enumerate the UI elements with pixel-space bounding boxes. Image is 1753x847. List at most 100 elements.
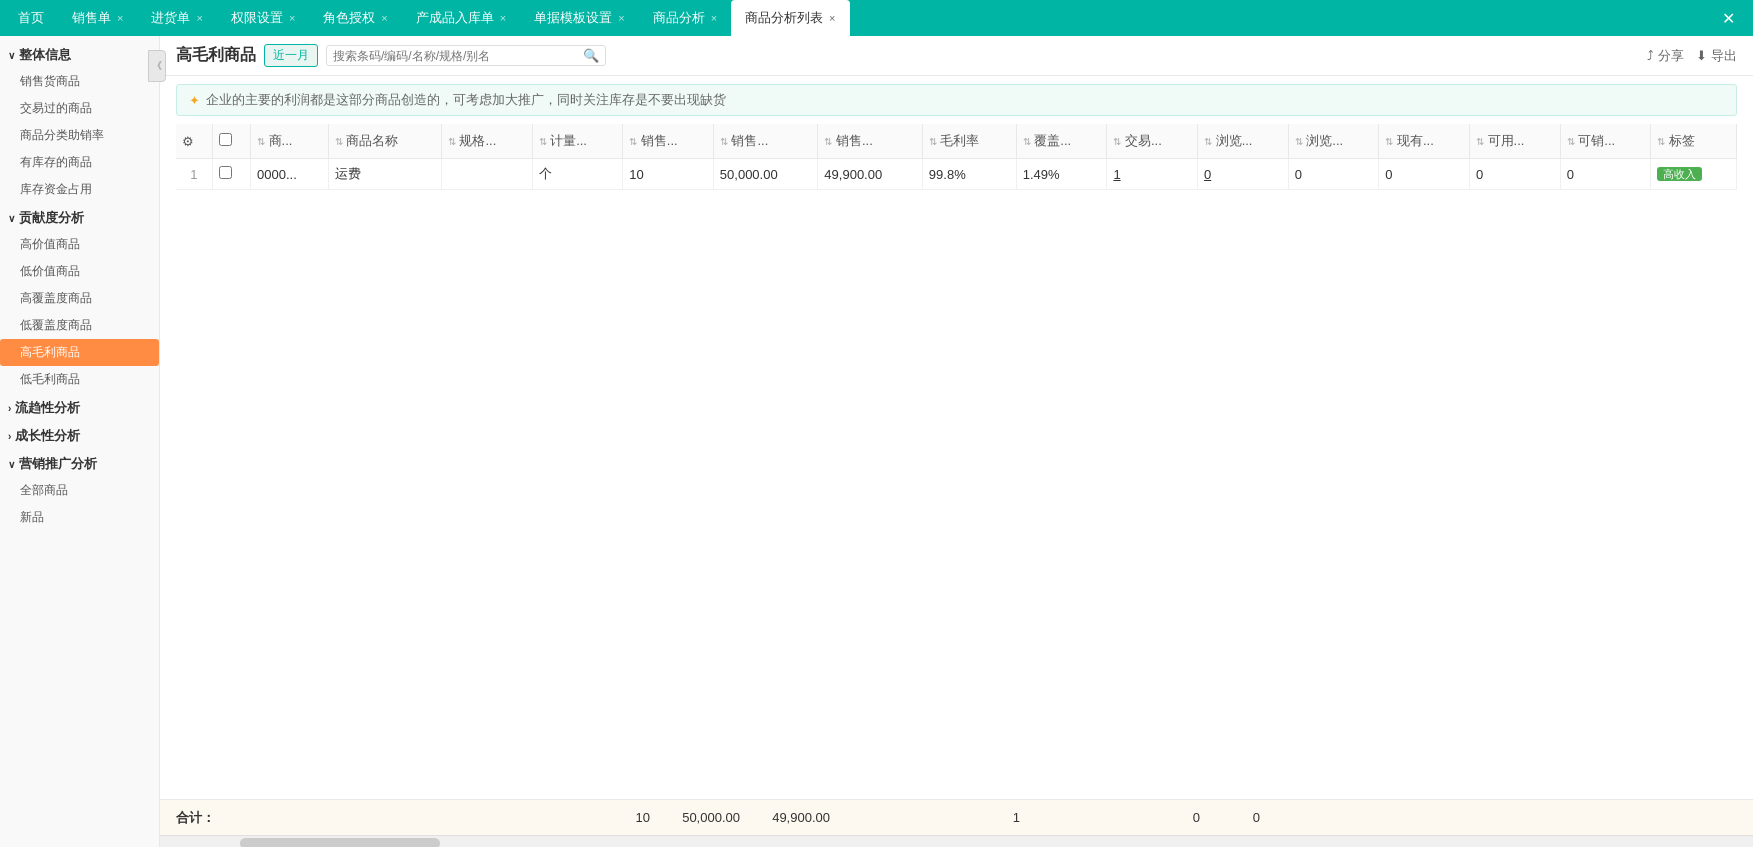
sidebar-item-高毛利商品[interactable]: 高毛利商品: [0, 339, 159, 366]
footer-available-stock: 0: [1206, 810, 1266, 825]
sidebar-item-销售货商品[interactable]: 销售货商品: [0, 68, 159, 95]
nav-item-商品分析[interactable]: 商品分析×: [639, 0, 731, 36]
sidebar-item-高价值商品[interactable]: 高价值商品: [0, 231, 159, 258]
filter-button[interactable]: 近一月: [264, 44, 318, 67]
content-header: 高毛利商品 近一月 🔍 ⤴ 分享 ⬇ 导出: [160, 36, 1753, 76]
share-button[interactable]: ⤴ 分享: [1647, 47, 1684, 65]
expand-arrow-icon: ∨: [8, 459, 15, 470]
close-window-button[interactable]: ✕: [1708, 9, 1749, 28]
nav-close-icon[interactable]: ×: [117, 0, 123, 36]
sort-icon: ⇅: [539, 136, 547, 147]
nav-close-icon[interactable]: ×: [500, 0, 506, 36]
nav-close-icon[interactable]: ×: [829, 0, 835, 36]
export-icon: ⬇: [1696, 48, 1707, 63]
col-header-saleable_stock[interactable]: ⇅ 可销...: [1560, 124, 1651, 159]
sidebar-group-label: 成长性分析: [15, 427, 80, 445]
sidebar-item-交易过的商品[interactable]: 交易过的商品: [0, 95, 159, 122]
sort-icon: ⇅: [1657, 136, 1665, 147]
col-header-tag[interactable]: ⇅ 标签: [1651, 124, 1737, 159]
col-header-gross_margin[interactable]: ⇅ 毛利率: [922, 124, 1016, 159]
info-icon: ✦: [189, 93, 200, 108]
col-header-code[interactable]: ⇅ 商...: [250, 124, 328, 159]
nav-close-icon[interactable]: ×: [711, 0, 717, 36]
nav-item-产成品入库单[interactable]: 产成品入库单×: [402, 0, 520, 36]
nav-item-商品分析列表[interactable]: 商品分析列表×: [731, 0, 849, 36]
info-text: 企业的主要的利润都是这部分商品创造的，可考虑加大推广，同时关注库存是不要出现缺货: [206, 91, 726, 109]
col-header-sales_profit[interactable]: ⇅ 销售...: [818, 124, 923, 159]
sidebar-group-label: 流趋性分析: [15, 399, 80, 417]
cell-link[interactable]: 0: [1204, 167, 1211, 182]
export-button[interactable]: ⬇ 导出: [1696, 47, 1737, 65]
col-header-browse1[interactable]: ⇅ 浏览...: [1198, 124, 1289, 159]
sidebar-item-有库存的商品[interactable]: 有库存的商品: [0, 149, 159, 176]
sidebar-group-整体信息[interactable]: ∨整体信息: [0, 40, 159, 68]
sort-icon: ⇅: [1113, 136, 1121, 147]
sort-icon: ⇅: [448, 136, 456, 147]
col-header-available_stock[interactable]: ⇅ 可用...: [1470, 124, 1561, 159]
footer-sales-amount: 50,000.00: [656, 810, 746, 825]
data-table: ⚙⇅ 商...⇅ 商品名称⇅ 规格...⇅ 计量...⇅ 销售...⇅ 销售..…: [176, 124, 1737, 190]
sidebar-group-成长性分析[interactable]: ›成长性分析: [0, 421, 159, 449]
cell-no: 1: [176, 159, 212, 190]
col-header-transaction[interactable]: ⇅ 交易...: [1107, 124, 1198, 159]
footer-sales-qty: 10: [596, 810, 656, 825]
sidebar-item-新品[interactable]: 新品: [0, 504, 159, 531]
nav-item-单据模板设置[interactable]: 单据模板设置×: [520, 0, 638, 36]
col-header-browse2[interactable]: ⇅ 浏览...: [1288, 124, 1379, 159]
horizontal-scrollbar[interactable]: [160, 835, 1753, 847]
header-actions: ⤴ 分享 ⬇ 导出: [1647, 47, 1737, 65]
nav-close-icon[interactable]: ×: [289, 0, 295, 36]
sidebar: ∨整体信息销售货商品交易过的商品商品分类助销率有库存的商品库存资金占用∨贡献度分…: [0, 36, 160, 847]
sidebar-item-库存资金占用[interactable]: 库存资金占用: [0, 176, 159, 203]
sidebar-group-贡献度分析[interactable]: ∨贡献度分析: [0, 203, 159, 231]
expand-arrow-icon: ∨: [8, 213, 15, 224]
sidebar-item-低价值商品[interactable]: 低价值商品: [0, 258, 159, 285]
content-area: 高毛利商品 近一月 🔍 ⤴ 分享 ⬇ 导出 ✦ 企业的主要的利润都是这部分商品创…: [160, 36, 1753, 847]
cell-checkbox[interactable]: [212, 159, 250, 190]
cell-browse1[interactable]: 0: [1198, 159, 1289, 190]
cell-unit: 个: [532, 159, 623, 190]
nav-close-icon[interactable]: ×: [381, 0, 387, 36]
select-all-checkbox[interactable]: [219, 133, 232, 146]
row-checkbox[interactable]: [219, 166, 232, 179]
sidebar-item-高覆盖度商品[interactable]: 高覆盖度商品: [0, 285, 159, 312]
footer-current-stock: 0: [1146, 810, 1206, 825]
sidebar-group-营销推广分析[interactable]: ∨ 营销推广分析: [0, 449, 159, 477]
col-header-settings[interactable]: ⚙: [176, 124, 212, 159]
col-header-checkbox[interactable]: [212, 124, 250, 159]
cell-transaction[interactable]: 1: [1107, 159, 1198, 190]
col-header-unit[interactable]: ⇅ 计量...: [532, 124, 623, 159]
cell-link[interactable]: 1: [1113, 167, 1120, 182]
nav-item-首页[interactable]: 首页: [4, 0, 58, 36]
table-container: ⚙⇅ 商...⇅ 商品名称⇅ 规格...⇅ 计量...⇅ 销售...⇅ 销售..…: [176, 124, 1737, 799]
nav-close-icon[interactable]: ×: [196, 0, 202, 36]
col-header-spec[interactable]: ⇅ 规格...: [441, 124, 532, 159]
sidebar-collapse-button[interactable]: 《: [148, 50, 166, 82]
cell-sales_qty: 10: [623, 159, 714, 190]
search-box: 🔍: [326, 45, 606, 66]
sidebar-group-label: 整体信息: [19, 46, 71, 64]
sidebar-item-低毛利商品[interactable]: 低毛利商品: [0, 366, 159, 393]
col-header-sales_amount[interactable]: ⇅ 销售...: [713, 124, 818, 159]
col-header-name[interactable]: ⇅ 商品名称: [328, 124, 441, 159]
col-header-coverage[interactable]: ⇅ 覆盖...: [1016, 124, 1107, 159]
sidebar-item-全部商品[interactable]: 全部商品: [0, 477, 159, 504]
sidebar-group-label: 营销推广分析: [19, 455, 97, 473]
sort-icon: ⇅: [1295, 136, 1303, 147]
search-input[interactable]: [333, 49, 583, 63]
col-header-sales_qty[interactable]: ⇅ 销售...: [623, 124, 714, 159]
nav-close-icon[interactable]: ×: [618, 0, 624, 36]
nav-item-权限设置[interactable]: 权限设置×: [217, 0, 309, 36]
nav-item-角色授权[interactable]: 角色授权×: [309, 0, 401, 36]
cell-tag: 高收入: [1651, 159, 1737, 190]
sort-icon: ⇅: [1567, 136, 1575, 147]
sort-icon: ⇅: [824, 136, 832, 147]
sort-icon: ⇅: [929, 136, 937, 147]
sidebar-item-商品分类助销率[interactable]: 商品分类助销率: [0, 122, 159, 149]
sidebar-item-低覆盖度商品[interactable]: 低覆盖度商品: [0, 312, 159, 339]
tag-badge: 高收入: [1657, 167, 1702, 181]
col-header-current_stock[interactable]: ⇅ 现有...: [1379, 124, 1470, 159]
nav-item-进货单[interactable]: 进货单×: [137, 0, 216, 36]
sidebar-group-流趋性分析[interactable]: ›流趋性分析: [0, 393, 159, 421]
nav-item-销售单[interactable]: 销售单×: [58, 0, 137, 36]
